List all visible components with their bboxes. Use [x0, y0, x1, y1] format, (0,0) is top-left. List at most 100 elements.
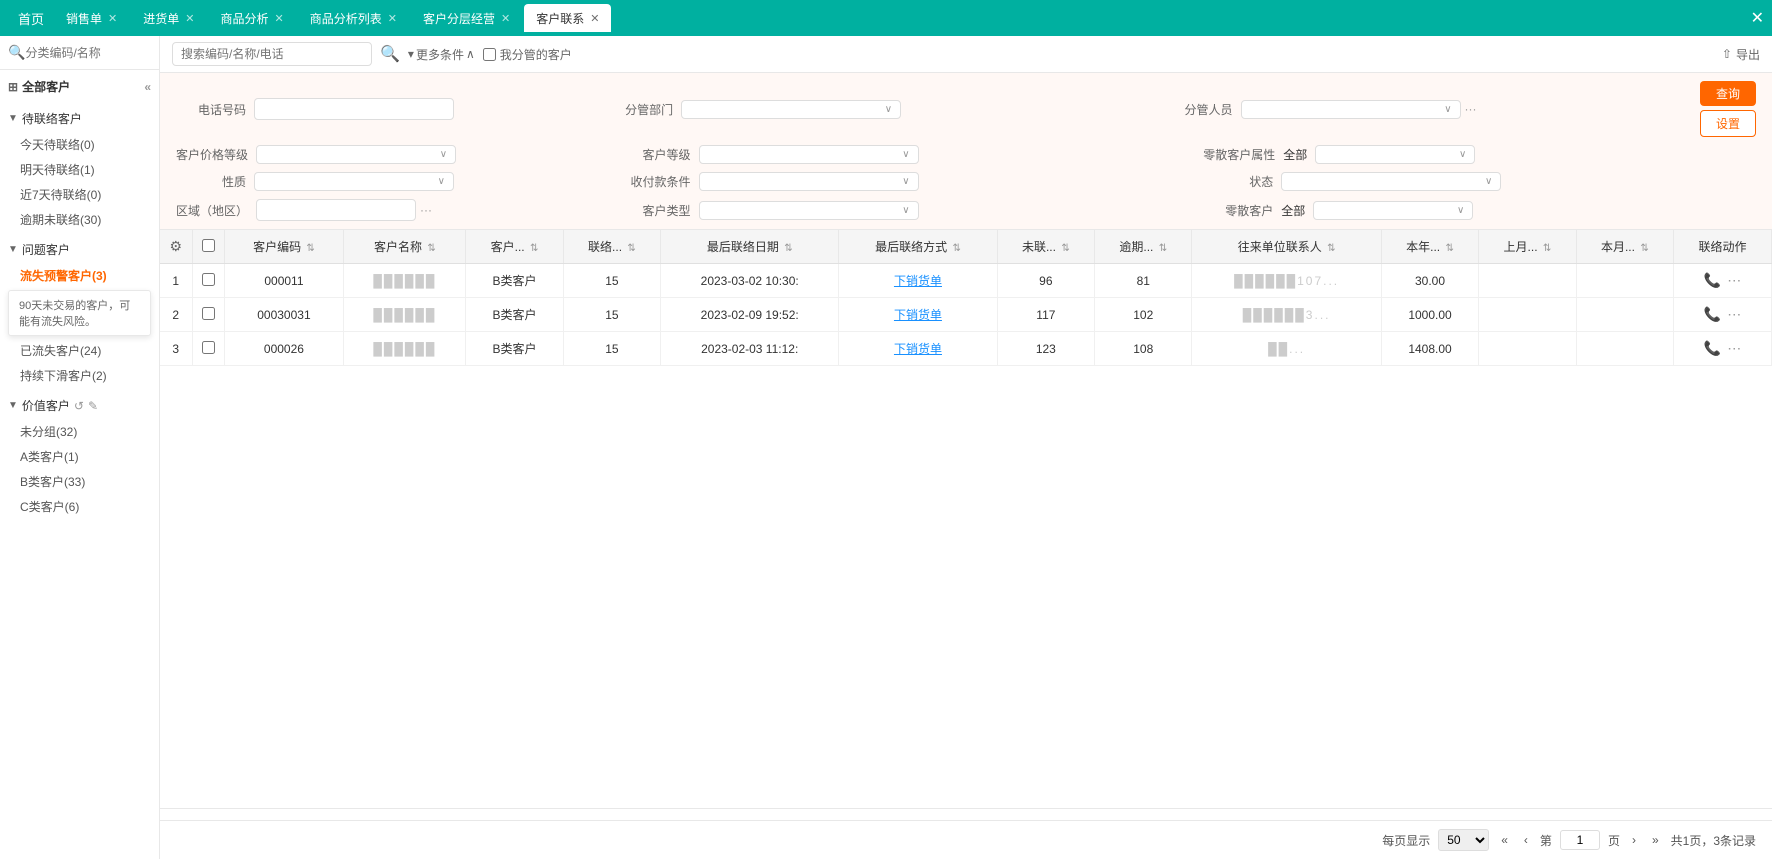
- page-number-input[interactable]: [1560, 830, 1600, 850]
- th-contact-person[interactable]: 往来单位联系人 ⇅: [1192, 230, 1381, 264]
- sidebar-collapse-icon[interactable]: «: [144, 80, 151, 94]
- per-page-label: 每页显示: [1382, 832, 1430, 849]
- th-name[interactable]: 客户名称 ⇅: [344, 230, 466, 264]
- tab-customer-stratification[interactable]: 客户分层经营 ✕: [411, 4, 522, 32]
- sidebar-item-class-a[interactable]: A类客户(1): [0, 444, 159, 469]
- th-last-month[interactable]: 上月... ⇅: [1479, 230, 1576, 264]
- page-suffix: 页: [1608, 832, 1620, 849]
- last-page-btn[interactable]: »: [1648, 831, 1663, 849]
- action-more-icon[interactable]: ⋯: [1727, 272, 1741, 289]
- tab-sales-order[interactable]: 销售单 ✕: [54, 4, 129, 32]
- department-select[interactable]: ∨: [681, 100, 901, 119]
- action-contact-icon[interactable]: 📞: [1704, 340, 1721, 357]
- sidebar-item-today[interactable]: 今天待联络(0): [0, 132, 159, 157]
- tab-home[interactable]: 首页: [8, 9, 54, 28]
- gear-icon[interactable]: ⚙: [169, 238, 182, 254]
- sidebar-item-7days[interactable]: 近7天待联络(0): [0, 182, 159, 207]
- th-overdue[interactable]: 逾期... ⇅: [1095, 230, 1192, 264]
- payment-select[interactable]: ∨: [699, 172, 919, 191]
- sort-icon-overdue: ⇅: [1159, 243, 1167, 254]
- export-button[interactable]: ⇧ 导出: [1722, 46, 1760, 63]
- row-overdue: 102: [1095, 298, 1192, 332]
- manager-select[interactable]: ∨: [1241, 100, 1461, 119]
- tab-close-stratification[interactable]: ✕: [501, 12, 510, 25]
- action-contact-icon[interactable]: 📞: [1704, 306, 1721, 323]
- customer-level-label: 客户等级: [621, 146, 691, 163]
- next-page-btn[interactable]: ›: [1628, 831, 1640, 849]
- action-more-icon[interactable]: ⋯: [1727, 340, 1741, 357]
- tab-close-product-list[interactable]: ✕: [388, 12, 397, 25]
- row-last-type[interactable]: 下销货单: [839, 264, 997, 298]
- manager-more-icon[interactable]: ···: [1465, 102, 1477, 116]
- query-button[interactable]: 查询: [1700, 81, 1756, 106]
- prev-page-btn[interactable]: ‹: [1520, 831, 1532, 849]
- my-customers-checkbox-input[interactable]: [483, 48, 496, 61]
- row-last-type[interactable]: 下销货单: [839, 298, 997, 332]
- customer-type-select[interactable]: ∨: [699, 201, 919, 220]
- per-page-select[interactable]: 50 100 200: [1438, 829, 1489, 851]
- row-last-type[interactable]: 下销货单: [839, 332, 997, 366]
- row-last-date: 2023-02-03 11:12:: [661, 332, 839, 366]
- sidebar-all-customers[interactable]: ⊞ 全部客户 «: [0, 70, 159, 103]
- row-checkbox[interactable]: [192, 332, 224, 366]
- sidebar-item-declining[interactable]: 持续下滑客户(2): [0, 363, 159, 388]
- th-last-type[interactable]: 最后联络方式 ⇅: [839, 230, 997, 264]
- sidebar-item-ungrouped[interactable]: 未分组(32): [0, 419, 159, 444]
- sidebar-item-churn-warning[interactable]: 流失预警客户(3): [0, 263, 159, 288]
- zero-attr-select[interactable]: ∨: [1315, 145, 1475, 164]
- row-checkbox[interactable]: [192, 298, 224, 332]
- tab-close-purchase[interactable]: ✕: [185, 12, 194, 25]
- th-unlisted[interactable]: 未联... ⇅: [997, 230, 1094, 264]
- region-more-icon[interactable]: ···: [420, 203, 432, 217]
- settings-button[interactable]: 设置: [1700, 110, 1756, 137]
- sidebar-item-overdue[interactable]: 逾期未联络(30): [0, 207, 159, 232]
- refresh-icon[interactable]: ↺: [74, 399, 84, 413]
- th-this-year[interactable]: 本年... ⇅: [1381, 230, 1478, 264]
- zero-customer-select[interactable]: ∨: [1313, 201, 1473, 220]
- nature-select[interactable]: ∨: [254, 172, 454, 191]
- tab-purchase-order[interactable]: 进货单 ✕: [131, 4, 206, 32]
- search-input[interactable]: [172, 42, 372, 66]
- th-level[interactable]: 客户... ⇅: [466, 230, 563, 264]
- status-select[interactable]: ∨: [1281, 172, 1501, 191]
- chevron-down-5-icon: ∨: [1459, 149, 1466, 160]
- filter-actions: 查询 设置: [1692, 81, 1756, 137]
- sidebar-item-class-c[interactable]: C类客户(6): [0, 494, 159, 519]
- close-window-button[interactable]: ✕: [1751, 8, 1764, 28]
- tab-close-product-analysis[interactable]: ✕: [275, 12, 284, 25]
- th-code[interactable]: 客户编码 ⇅: [224, 230, 344, 264]
- payment-label: 收付款条件: [621, 173, 691, 190]
- tab-product-analysis[interactable]: 商品分析 ✕: [208, 4, 295, 32]
- horizontal-scrollbar[interactable]: [160, 808, 1772, 820]
- region-input[interactable]: [256, 199, 416, 221]
- th-last-date[interactable]: 最后联络日期 ⇅: [661, 230, 839, 264]
- sidebar-item-class-b[interactable]: B类客户(33): [0, 469, 159, 494]
- first-page-btn[interactable]: «: [1497, 831, 1512, 849]
- sidebar-group-problem-header[interactable]: ▼ 问题客户: [0, 236, 159, 263]
- main-layout: 🔍 ⊞ 全部客户 « ▼ 待联络客户 今天待联络(0) 明天待联络(1) 近7天…: [0, 36, 1772, 859]
- row-name: ██████: [344, 298, 466, 332]
- search-button[interactable]: 🔍: [380, 44, 400, 64]
- edit-icon[interactable]: ✎: [88, 399, 98, 413]
- tab-close-sales[interactable]: ✕: [108, 12, 117, 25]
- sidebar-group-pending-header[interactable]: ▼ 待联络客户: [0, 105, 159, 132]
- more-conditions-button[interactable]: ▾ 更多条件 ∧: [408, 46, 475, 63]
- th-this-month[interactable]: 本月... ⇅: [1576, 230, 1673, 264]
- table-row: 3 000026 ██████ B类客户 15 2023-02-03 11:12…: [160, 332, 1772, 366]
- phone-input[interactable]: [254, 98, 454, 120]
- row-checkbox[interactable]: [192, 264, 224, 298]
- tab-close-contact[interactable]: ✕: [590, 12, 599, 25]
- select-all-checkbox[interactable]: [202, 239, 215, 252]
- sidebar-item-churned[interactable]: 已流失客户(24): [0, 338, 159, 363]
- tab-product-analysis-list[interactable]: 商品分析列表 ✕: [298, 4, 409, 32]
- sidebar-search-input[interactable]: [25, 46, 160, 60]
- tab-customer-contact[interactable]: 客户联系 ✕: [524, 4, 611, 32]
- sidebar-item-tomorrow[interactable]: 明天待联络(1): [0, 157, 159, 182]
- sidebar-group-value-header[interactable]: ▼ 价值客户 ↺ ✎: [0, 392, 159, 419]
- th-contact-count[interactable]: 联络... ⇅: [563, 230, 660, 264]
- price-level-select[interactable]: ∨: [256, 145, 456, 164]
- action-more-icon[interactable]: ⋯: [1727, 306, 1741, 323]
- customer-level-select[interactable]: ∨: [699, 145, 919, 164]
- action-contact-icon[interactable]: 📞: [1704, 272, 1721, 289]
- my-customers-checkbox[interactable]: 我分管的客户: [483, 46, 572, 63]
